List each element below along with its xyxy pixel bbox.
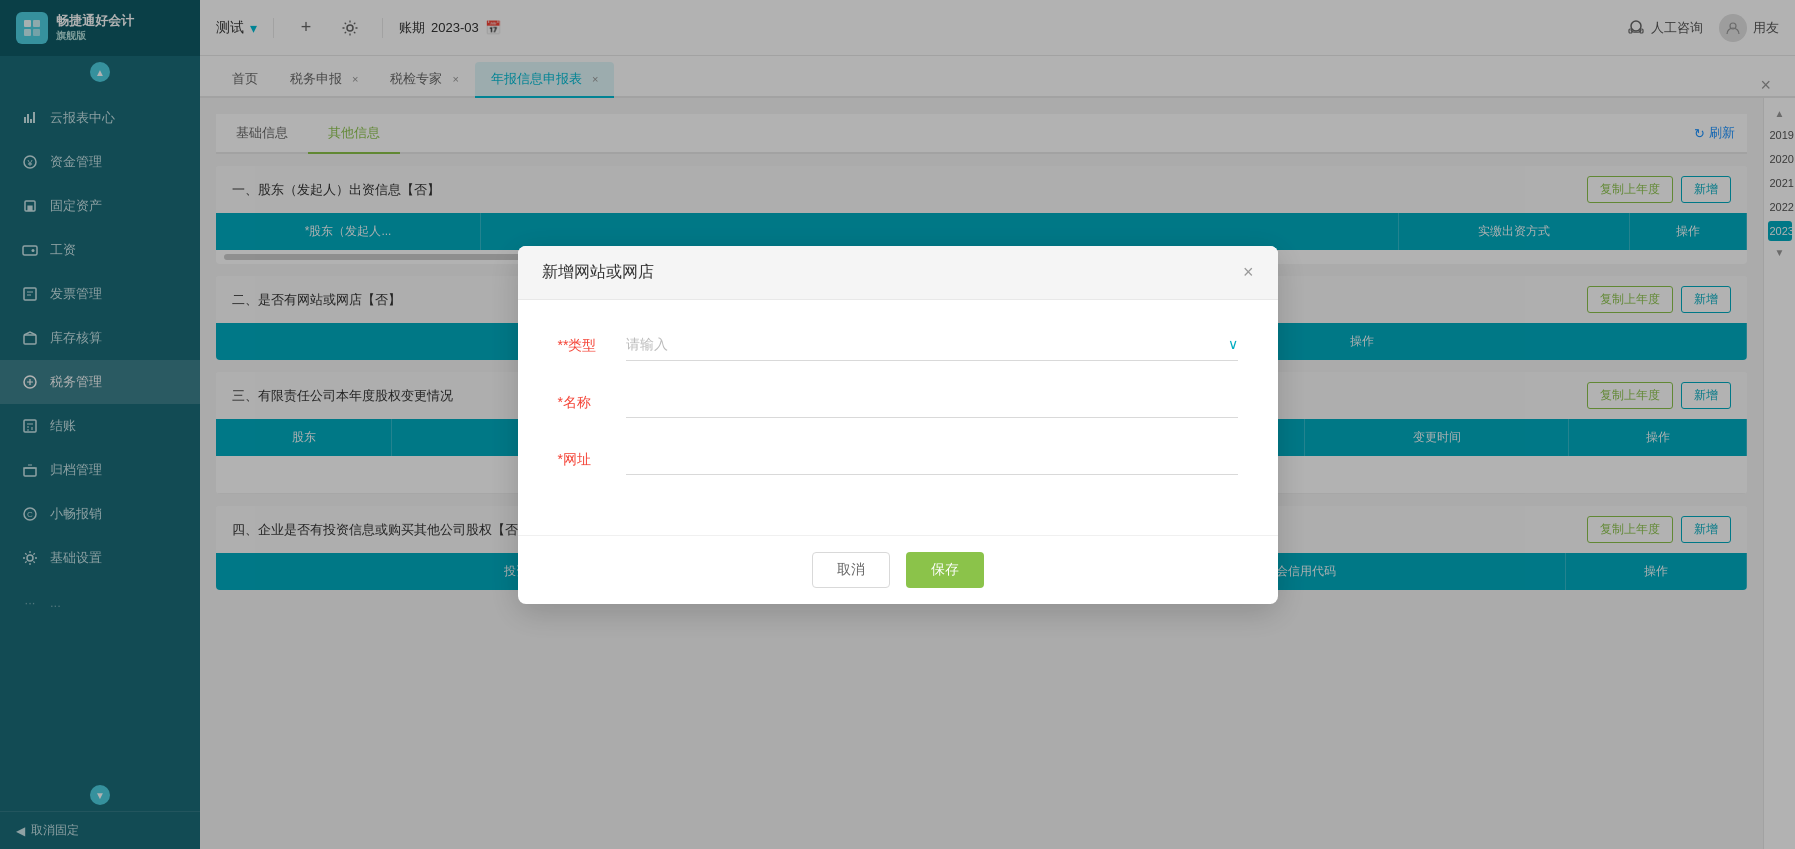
url-input[interactable] xyxy=(626,446,1238,470)
form-row-url: *网址 xyxy=(558,446,1238,475)
modal-close-btn[interactable]: × xyxy=(1243,263,1254,281)
form-input-wrap-type: ∨ xyxy=(626,332,1238,361)
modal-overlay: 新增网站或网店 × **类型 ∨ *名称 xyxy=(0,0,1795,849)
form-label-url: *网址 xyxy=(558,451,618,469)
modal-title: 新增网站或网店 xyxy=(542,262,654,283)
save-btn[interactable]: 保存 xyxy=(906,552,984,588)
form-input-wrap-name xyxy=(626,389,1238,418)
form-input-wrap-url xyxy=(626,446,1238,475)
modal-body: **类型 ∨ *名称 *网址 xyxy=(518,300,1278,535)
modal-add-website: 新增网站或网店 × **类型 ∨ *名称 xyxy=(518,246,1278,604)
dropdown-arrow-icon: ∨ xyxy=(1228,336,1238,352)
form-row-type: **类型 ∨ xyxy=(558,332,1238,361)
type-input[interactable] xyxy=(626,332,1228,356)
modal-footer: 取消 保存 xyxy=(518,535,1278,604)
form-label-type: **类型 xyxy=(558,337,618,355)
form-row-name: *名称 xyxy=(558,389,1238,418)
cancel-btn[interactable]: 取消 xyxy=(812,552,890,588)
name-input[interactable] xyxy=(626,389,1238,413)
modal-header: 新增网站或网店 × xyxy=(518,246,1278,300)
form-label-name: *名称 xyxy=(558,394,618,412)
